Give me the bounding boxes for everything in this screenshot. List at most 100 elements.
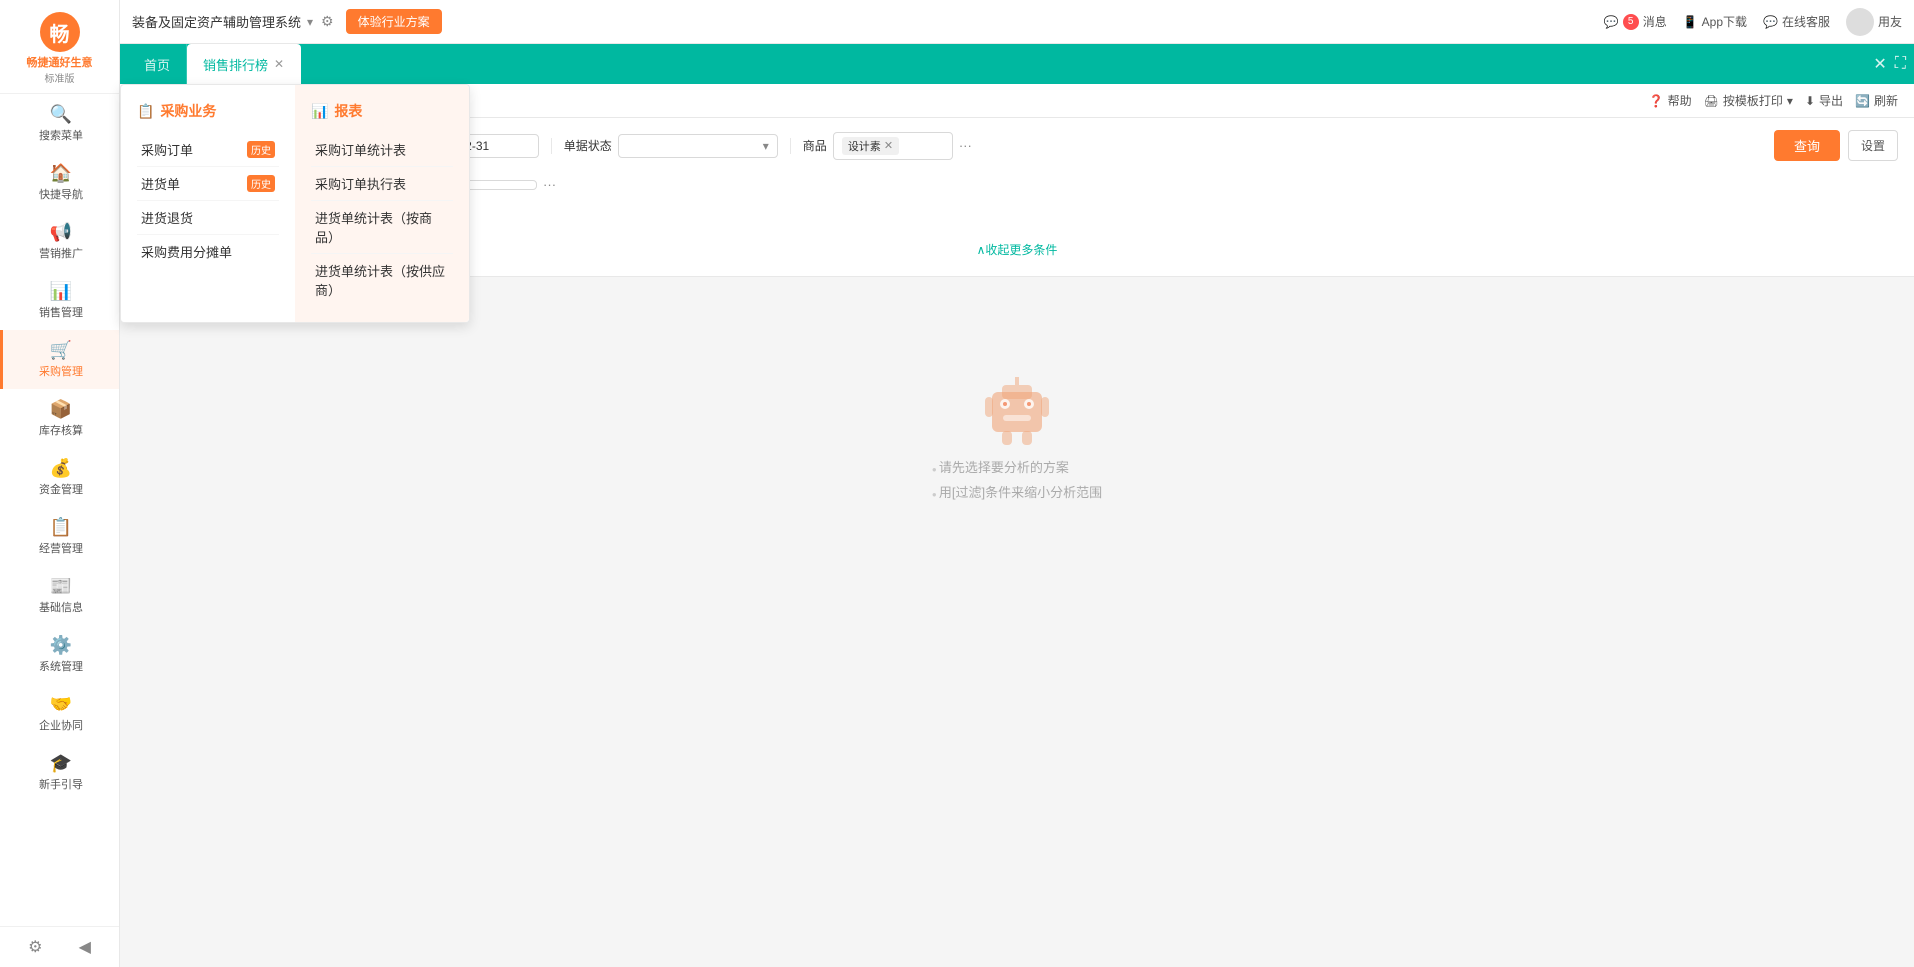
brand-name: 畅捷通好生意 (27, 54, 93, 70)
history-badge-1: 历史 (247, 141, 275, 158)
history-badge-2: 历史 (247, 175, 275, 192)
logo-icon: 畅 (40, 12, 80, 52)
empty-tips: 请先选择要分析的方案 用[过滤]条件来缩小分析范围 (932, 457, 1102, 507)
finance-icon: 💰 (50, 458, 72, 479)
empty-illustration (967, 357, 1067, 457)
notifications-item[interactable]: 💬 5 消息 (1604, 13, 1667, 30)
purchase-return-item[interactable]: 进货退货 (137, 201, 279, 235)
tab-close-all-icon[interactable]: ✕ (1873, 54, 1886, 74)
app-label: App下载 (1702, 13, 1747, 30)
goods-select[interactable]: 设计素 ✕ (833, 132, 953, 160)
filter-doc-status: 单据状态 ▾ (564, 134, 778, 158)
sidebar-item-sales[interactable]: 📊 销售管理 (0, 271, 119, 330)
report-order-exec[interactable]: 采购订单执行表 (311, 167, 453, 201)
empty-state: 请先选择要分析的方案 用[过滤]条件来缩小分析范围 (120, 277, 1914, 587)
online-support-item[interactable]: 💬 在线客服 (1763, 13, 1830, 30)
sidebar: 畅 畅捷通好生意 标准版 🔍 搜索菜单 🏠 快捷导航 📢 营销推广 📊 销售管理… (0, 0, 120, 967)
avatar (1846, 8, 1874, 36)
user-label: 用友 (1878, 13, 1902, 30)
goods-tag-close[interactable]: ✕ (884, 139, 893, 152)
purchase-order-item[interactable]: 采购订单 历史 (137, 133, 279, 167)
report-icon: 📊 (311, 103, 328, 120)
message-label: 消息 (1643, 13, 1667, 30)
salesperson-ellipsis[interactable]: ··· (543, 177, 556, 192)
sidebar-item-basic[interactable]: 📰 基础信息 (0, 566, 119, 625)
col1-title: 📋 采购业务 (137, 101, 279, 121)
tab-expand-icon[interactable]: ⛶ (1895, 55, 1906, 73)
sales-icon: 📊 (50, 281, 72, 302)
app-icon: 📱 (1683, 15, 1698, 29)
doc-status-select[interactable]: ▾ (618, 134, 778, 158)
purchase-dropdown-menu: 📋 采购业务 采购订单 历史 进货单 历史 进货退货 采购费用分摊单 (120, 84, 470, 323)
support-icon: 💬 (1763, 15, 1778, 29)
guide-icon: 🎓 (50, 753, 72, 774)
query-button[interactable]: 查询 (1774, 130, 1840, 161)
help-button[interactable]: ❓ 帮助 (1649, 92, 1692, 109)
business-icon: 📋 (50, 517, 72, 538)
sidebar-item-inventory[interactable]: 📦 库存核算 (0, 389, 119, 448)
query-buttons: 查询 设置 (1774, 130, 1898, 161)
purchase-icon: 🛒 (50, 340, 72, 361)
sidebar-item-finance[interactable]: 💰 资金管理 (0, 448, 119, 507)
empty-tip-2: 用[过滤]条件来缩小分析范围 (932, 482, 1102, 501)
system-title: 装备及固定资产辅助管理系统 (132, 12, 301, 31)
tab-close-icon[interactable]: ✕ (274, 57, 284, 71)
sidebar-logo: 畅 畅捷通好生意 标准版 (0, 0, 119, 94)
system-icon: ⚙️ (50, 635, 72, 656)
filter-sep-1 (551, 138, 552, 154)
purchase-col2: 📊 报表 采购订单统计表 采购订单执行表 进货单统计表（按商品） 进货单统计表（… (295, 85, 469, 322)
help-icon: ❓ (1649, 94, 1664, 108)
sidebar-item-system[interactable]: ⚙️ 系统管理 (0, 625, 119, 684)
top-header: 装备及固定资产辅助管理系统 ▾ ⚙ 体验行业方案 💬 5 消息 📱 App下载 … (120, 0, 1914, 44)
sidebar-item-business[interactable]: 📋 经营管理 (0, 507, 119, 566)
sidebar-nav: 🔍 搜索菜单 🏠 快捷导航 📢 营销推广 📊 销售管理 🛒 采购管理 📦 库存核… (0, 94, 119, 926)
search-icon: 🔍 (50, 104, 72, 125)
collab-icon: 🤝 (50, 694, 72, 715)
report-order-stat[interactable]: 采购订单统计表 (311, 133, 453, 167)
main-area: 装备及固定资产辅助管理系统 ▾ ⚙ 体验行业方案 💬 5 消息 📱 App下载 … (120, 0, 1914, 967)
export-icon: ⬇ (1805, 94, 1815, 108)
doc-status-dropdown-icon: ▾ (763, 139, 769, 153)
tab-bar: 首页 销售排行榜 ✕ 📋 采购业务 采购订单 历史 进货单 历史 (120, 44, 1914, 84)
tab-bar-right: ✕ ⛶ (1873, 54, 1906, 74)
message-icon: 💬 (1604, 15, 1619, 29)
sidebar-item-guide[interactable]: 🎓 新手引导 (0, 743, 119, 802)
purchase-expense-item[interactable]: 采购费用分摊单 (137, 235, 279, 268)
tab-home[interactable]: 首页 (128, 44, 187, 84)
goods-tag: 设计素 ✕ (842, 137, 899, 155)
sidebar-item-marketing[interactable]: 📢 营销推广 (0, 212, 119, 271)
print-button[interactable]: 🖨 按模板打印 ▾ (1704, 92, 1793, 109)
settings-footer-icon[interactable]: ⚙ (28, 937, 42, 957)
support-label: 在线客服 (1782, 13, 1830, 30)
refresh-button[interactable]: 🔄 刷新 (1855, 92, 1898, 109)
col2-title: 📊 报表 (311, 101, 453, 121)
goods-ellipsis[interactable]: ··· (959, 138, 972, 153)
app-download-item[interactable]: 📱 App下载 (1683, 13, 1747, 30)
header-right: 💬 5 消息 📱 App下载 💬 在线客服 用友 (1604, 8, 1902, 36)
header-settings-icon[interactable]: ⚙ (321, 13, 334, 30)
inventory-icon: 📦 (50, 399, 72, 420)
title-dropdown-icon[interactable]: ▾ (307, 15, 313, 29)
report-instock-goods[interactable]: 进货单统计表（按商品） (311, 201, 453, 254)
report-instock-supplier[interactable]: 进货单统计表（按供应商） (311, 254, 453, 306)
print-dropdown-icon[interactable]: ▾ (1787, 94, 1793, 108)
purchase-biz-icon: 📋 (137, 103, 154, 120)
tab-sales-rank[interactable]: 销售排行榜 ✕ (187, 44, 301, 84)
collapse-sidebar-icon[interactable]: ◀ (79, 937, 91, 957)
sidebar-item-collab[interactable]: 🤝 企业协同 (0, 684, 119, 743)
sidebar-item-search[interactable]: 🔍 搜索菜单 (0, 94, 119, 153)
empty-tip-1: 请先选择要分析的方案 (932, 457, 1102, 476)
filter-sep-2 (790, 138, 791, 154)
basic-icon: 📰 (50, 576, 72, 597)
sidebar-footer: ⚙ ◀ (0, 926, 119, 967)
export-button[interactable]: ⬇ 导出 (1805, 92, 1843, 109)
print-icon: 🖨 (1704, 94, 1719, 108)
home-icon: 🏠 (50, 163, 72, 184)
filter-goods: 商品 设计素 ✕ ··· (803, 132, 972, 160)
sidebar-item-purchase[interactable]: 🛒 采购管理 (0, 330, 119, 389)
sidebar-item-quick[interactable]: 🏠 快捷导航 (0, 153, 119, 212)
filter-settings-button[interactable]: 设置 (1848, 130, 1898, 161)
user-item[interactable]: 用友 (1846, 8, 1902, 36)
trial-button[interactable]: 体验行业方案 (346, 9, 442, 34)
purchase-instock-item[interactable]: 进货单 历史 (137, 167, 279, 201)
